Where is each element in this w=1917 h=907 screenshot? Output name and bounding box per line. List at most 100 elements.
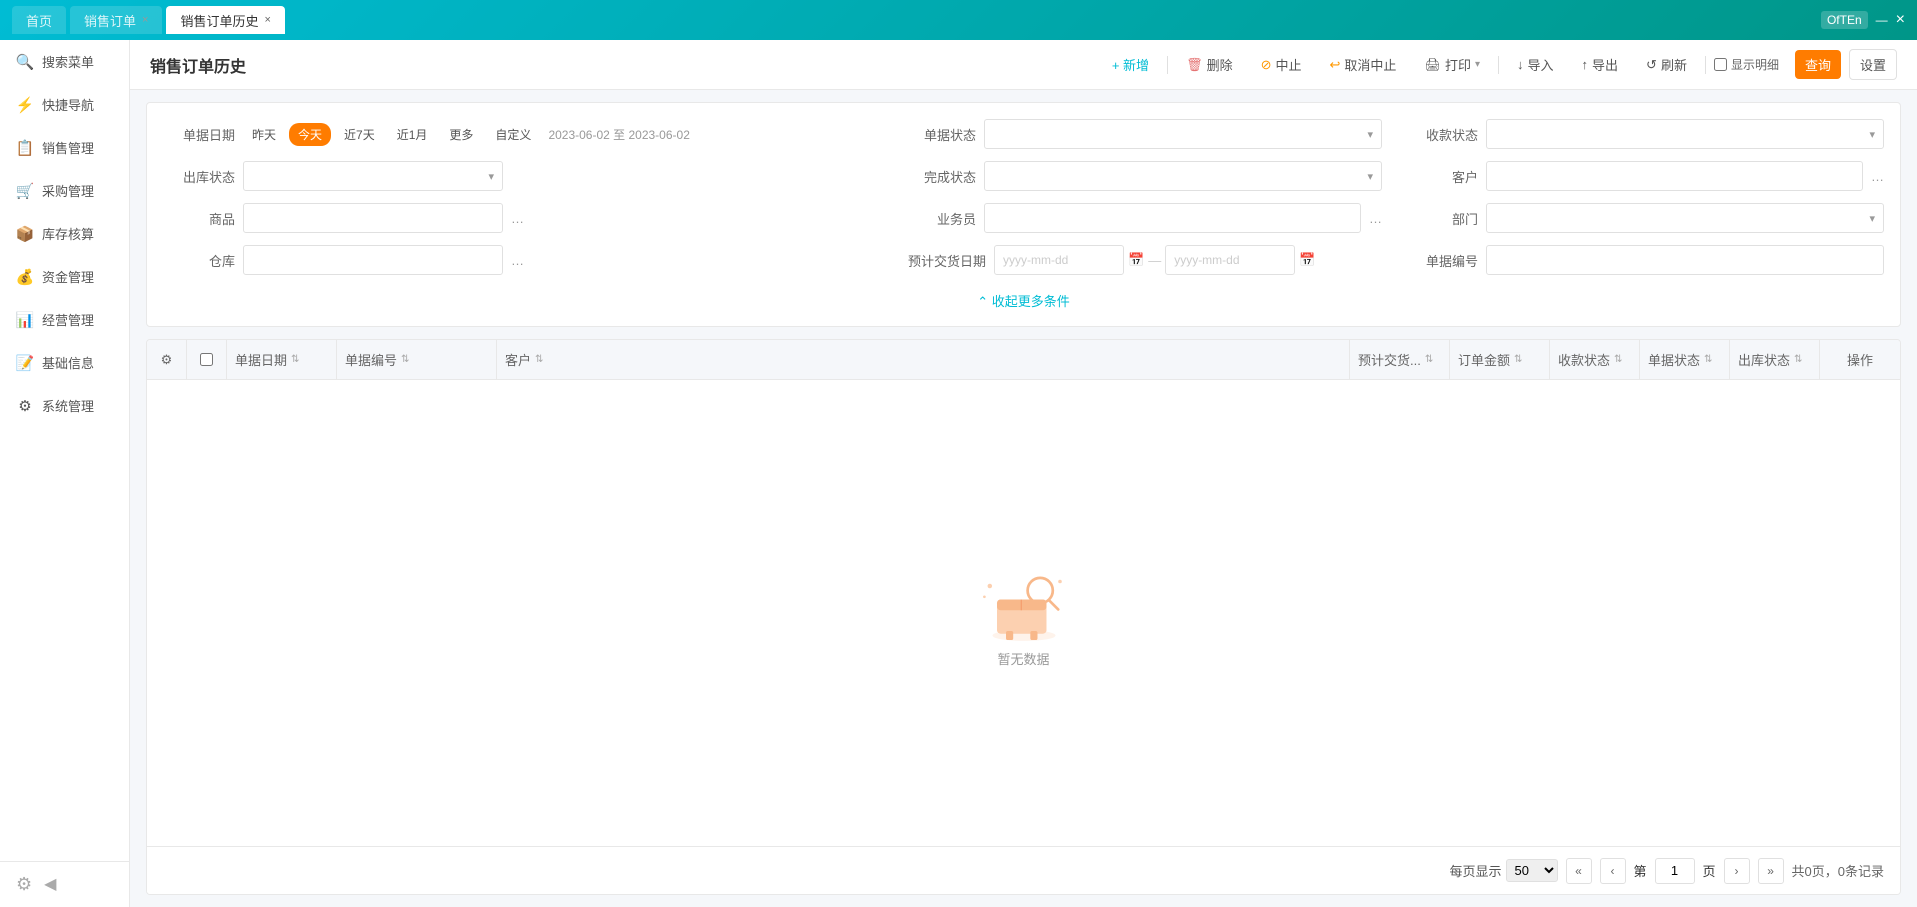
delivery-date-cal-start[interactable]: 📅 [1128,252,1144,268]
th-checkbox[interactable] [187,340,227,379]
sidebar-item-sales-mgmt[interactable]: 📋 销售管理 [0,126,129,169]
page-number-input[interactable] [1655,858,1695,884]
select-all-checkbox[interactable] [200,353,213,366]
display-detail-checkbox[interactable] [1714,58,1727,71]
toolbar: + 新增 🗑 删除 ⊘ 中止 ↩ 取消中止 🖨 打印 ▾ [1102,49,1897,80]
pagination: 每页显示 20 50 100 « ‹ 第 页 › » 共0页，0条记录 [147,846,1900,894]
th-delivery[interactable]: 预计交货... ⇅ [1350,340,1450,379]
export-button[interactable]: ↑ 导出 [1572,50,1629,79]
pay-status-sort-icon[interactable]: ⇅ [1614,354,1622,365]
next-page-btn[interactable]: › [1724,858,1750,884]
sidebar-item-search-menu[interactable]: 🔍 搜索菜单 [0,40,129,83]
sidebar-item-finance[interactable]: 💰 资金管理 [0,255,129,298]
import-button[interactable]: ↓ 导入 [1507,50,1564,79]
tab-sales-order-history[interactable]: 销售订单历史 × [166,6,284,34]
delivery-sort-icon[interactable]: ⇅ [1425,354,1433,365]
top-right: OfTEn — × [1821,11,1905,29]
amount-sort-icon[interactable]: ⇅ [1514,354,1522,365]
warehouse-input[interactable] [243,245,503,275]
goods-input[interactable] [243,203,503,233]
th-doc-date[interactable]: 单据日期 ⇅ [227,340,337,379]
sidebar-toggle-icon[interactable]: ◀ [44,874,56,895]
refresh-button[interactable]: ↺ 刷新 [1636,50,1697,79]
print-button[interactable]: 🖨 打印 ▾ [1414,50,1490,79]
stop-button[interactable]: ⊘ 中止 [1251,50,1312,79]
collapse-icon: ⌃ [977,294,988,309]
dept-select[interactable]: ▾ [1486,203,1884,233]
doc-date-sort-icon[interactable]: ⇅ [291,354,299,365]
tab-sales-order[interactable]: 销售订单 × [70,6,162,34]
doc-num-input[interactable] [1486,245,1884,275]
customer-more-icon[interactable]: … [1871,169,1884,184]
filter-section-doc-status: 单据状态 ▾ [904,119,1382,149]
th-doc-num[interactable]: 单据编号 ⇅ [337,340,497,379]
sidebar-settings-icon[interactable]: ⚙ [16,874,32,895]
delivery-date-cal-end[interactable]: 📅 [1299,252,1315,268]
display-detail-label[interactable]: 显示明细 [1714,56,1779,73]
th-pay-status[interactable]: 收款状态 ⇅ [1550,340,1640,379]
chip-yesterday[interactable]: 昨天 [243,123,285,146]
close-btn[interactable]: × [1896,11,1905,29]
th-operation-label: 操作 [1847,350,1873,369]
complete-select[interactable]: ▾ [984,161,1382,191]
sidebar-item-quick-nav[interactable]: ⚡ 快捷导航 [0,83,129,126]
quick-nav-icon: ⚡ [16,96,34,114]
chip-today[interactable]: 今天 [289,123,331,146]
chip-custom[interactable]: 自定义 [486,123,540,146]
sidebar-item-operation[interactable]: 📊 经营管理 [0,298,129,341]
minimize-btn[interactable]: — [1876,13,1888,27]
system-icon: ⚙ [16,397,34,415]
goods-more-icon[interactable]: … [511,211,524,226]
salesperson-input[interactable] [984,203,1361,233]
th-customer[interactable]: 客户 ⇅ [497,340,1350,379]
stop-icon: ⊘ [1261,57,1272,73]
delete-button[interactable]: 🗑 删除 [1176,50,1243,79]
new-button[interactable]: + 新增 [1102,50,1159,79]
sidebar-item-basic-info[interactable]: 📝 基础信息 [0,341,129,384]
cancel-stop-button[interactable]: ↩ 取消中止 [1320,50,1407,79]
stock-out-select[interactable]: ▾ [243,161,503,191]
doc-status-select[interactable]: ▾ [984,119,1382,149]
customer-sort-icon[interactable]: ⇅ [535,354,543,365]
main-layout: 🔍 搜索菜单 ⚡ 快捷导航 📋 销售管理 🛒 采购管理 📦 库存核算 💰 资金管… [0,40,1917,907]
settings-icon[interactable]: ⚙ [161,352,173,368]
pay-status-select[interactable]: ▾ [1486,119,1884,149]
doc-status-sort-icon[interactable]: ⇅ [1704,354,1712,365]
chip-7days[interactable]: 近7天 [335,123,384,146]
chip-more[interactable]: 更多 [440,123,482,146]
chip-1month[interactable]: 近1月 [388,123,437,146]
sidebar-item-purchase-mgmt[interactable]: 🛒 采购管理 [0,169,129,212]
sidebar-item-quick-nav-label: 快捷导航 [42,95,94,114]
delivery-date-end[interactable]: yyyy-mm-dd [1165,245,1295,275]
close-sales-order-tab[interactable]: × [142,14,148,26]
last-page-btn[interactable]: » [1758,858,1784,884]
print-icon: 🖨 [1424,57,1441,73]
salesperson-more-icon[interactable]: … [1369,211,1382,226]
th-amount[interactable]: 订单金额 ⇅ [1450,340,1550,379]
query-button[interactable]: 查询 [1795,50,1841,79]
delivery-date-start[interactable]: yyyy-mm-dd [994,245,1124,275]
first-page-btn[interactable]: « [1566,858,1592,884]
sidebar-item-inventory[interactable]: 📦 库存核算 [0,212,129,255]
customer-input[interactable] [1486,161,1863,191]
th-settings[interactable]: ⚙ [147,340,187,379]
prev-page-btn[interactable]: ‹ [1600,858,1626,884]
doc-num-sort-icon[interactable]: ⇅ [401,354,409,365]
stock-status-sort-icon[interactable]: ⇅ [1794,354,1802,365]
settings-button[interactable]: 设置 [1849,49,1897,80]
collapse-label: 收起更多条件 [992,294,1070,309]
filter-section-complete: 完成状态 ▾ [904,161,1382,191]
collapse-row[interactable]: ⌃ 收起更多条件 [163,283,1884,310]
export-icon: ↑ [1582,57,1589,72]
close-history-tab[interactable]: × [264,14,270,26]
goods-label: 商品 [163,209,243,228]
sidebar-item-system[interactable]: ⚙ 系统管理 [0,384,129,427]
tab-home[interactable]: 首页 [12,6,66,34]
filter-row-4: 仓库 … 预计交货日期 yyyy-mm-dd 📅 — yyyy-mm-dd [163,245,1884,275]
th-doc-status[interactable]: 单据状态 ⇅ [1640,340,1730,379]
filter-section-dept: 部门 ▾ [1406,203,1884,233]
warehouse-more-icon[interactable]: … [511,253,524,268]
page-size-select[interactable]: 20 50 100 [1506,859,1558,882]
th-stock-status[interactable]: 出库状态 ⇅ [1730,340,1820,379]
refresh-icon: ↺ [1646,57,1657,73]
